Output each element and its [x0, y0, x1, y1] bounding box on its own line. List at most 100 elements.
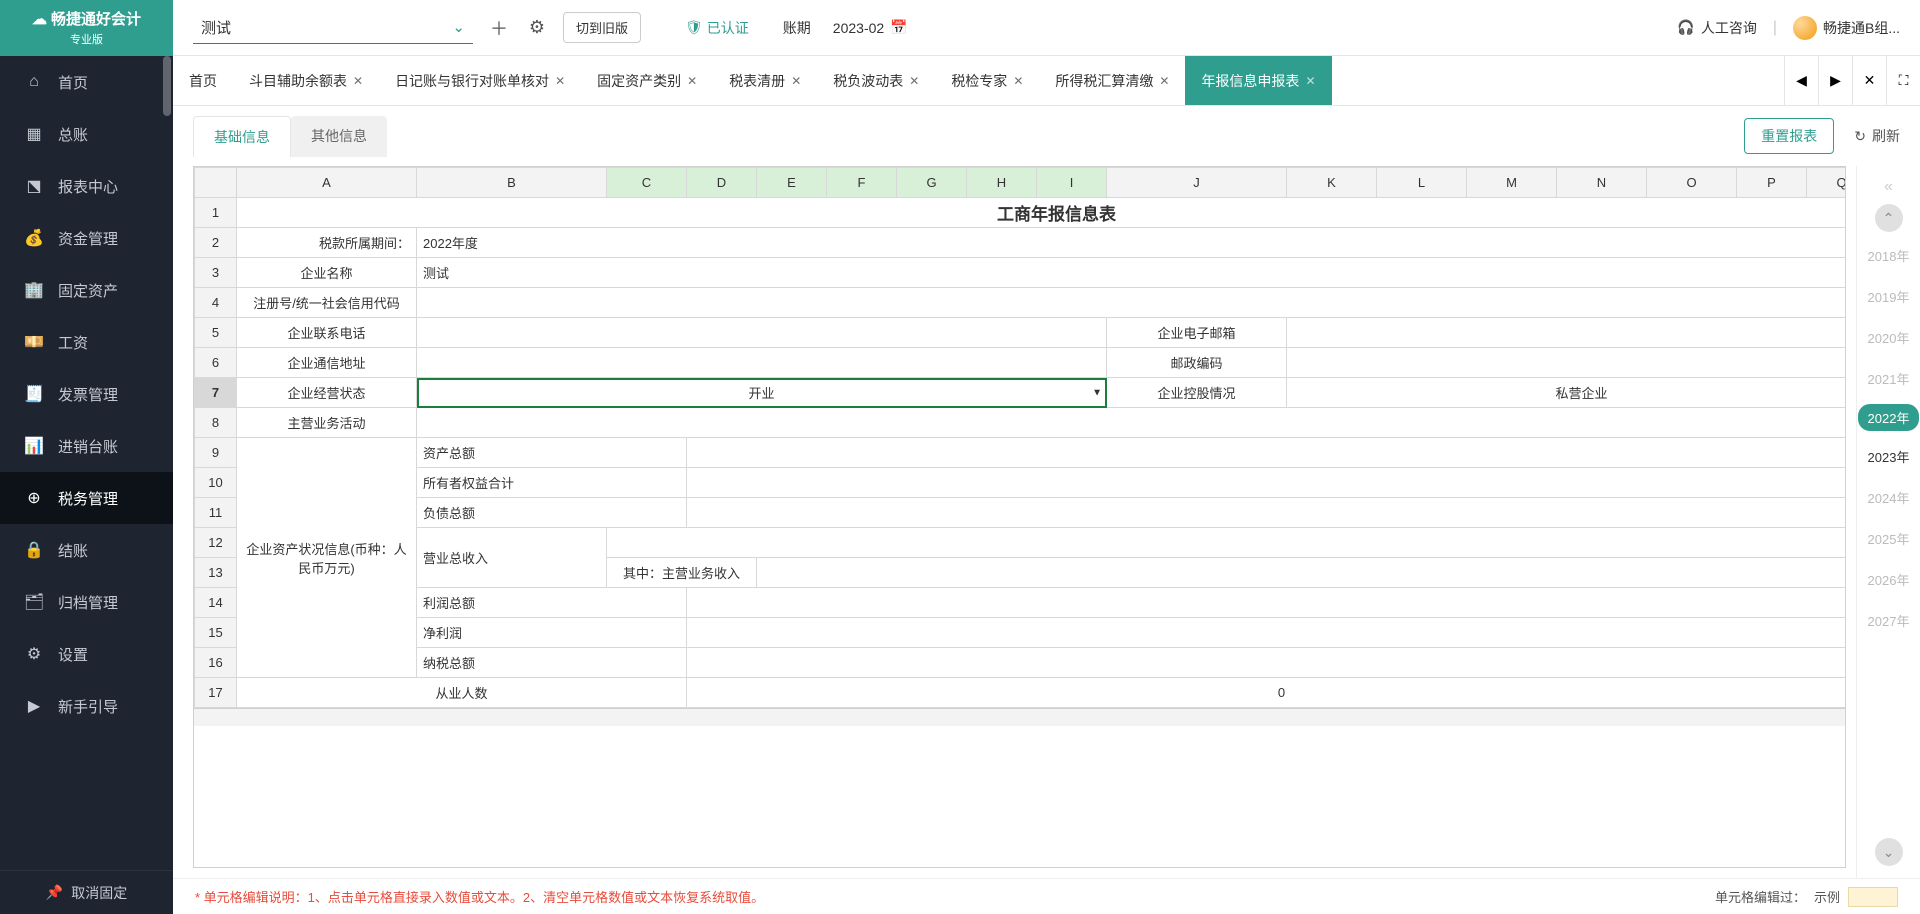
- tab-8[interactable]: 年报信息申报表✕: [1185, 56, 1331, 105]
- tab-2[interactable]: 日记账与银行对账单核对✕: [379, 56, 581, 105]
- cell[interactable]: [1287, 318, 1847, 348]
- row-header-3[interactable]: 3: [195, 258, 237, 288]
- cell[interactable]: 企业电子邮箱: [1107, 318, 1287, 348]
- refresh-button[interactable]: ↻刷新: [1854, 126, 1900, 146]
- cell[interactable]: 邮政编码: [1107, 348, 1287, 378]
- cell[interactable]: 测试: [417, 258, 1847, 288]
- year-down[interactable]: ⌄: [1875, 838, 1903, 866]
- cell[interactable]: 纳税总额: [417, 648, 687, 678]
- cell[interactable]: 2022年度: [417, 228, 1847, 258]
- cell[interactable]: [417, 408, 1847, 438]
- tab-5[interactable]: 税负波动表✕: [817, 56, 935, 105]
- col-header-M[interactable]: M: [1467, 168, 1557, 198]
- tab-0[interactable]: 首页: [173, 56, 233, 105]
- year-2027年[interactable]: 2027年: [1868, 605, 1910, 636]
- horizontal-scrollbar[interactable]: [194, 708, 1845, 726]
- cell[interactable]: [687, 648, 1847, 678]
- tab-7[interactable]: 所得税汇算清缴✕: [1039, 56, 1185, 105]
- cell[interactable]: 注册号/统一社会信用代码: [237, 288, 417, 318]
- col-header-O[interactable]: O: [1647, 168, 1737, 198]
- row-header-12[interactable]: 12: [195, 528, 237, 558]
- cell[interactable]: [417, 318, 1107, 348]
- year-2018年[interactable]: 2018年: [1868, 240, 1910, 271]
- year-2021年[interactable]: 2021年: [1868, 363, 1910, 394]
- year-2023年[interactable]: 2023年: [1868, 441, 1910, 472]
- unpin-button[interactable]: 📌取消固定: [0, 870, 173, 914]
- col-header-E[interactable]: E: [757, 168, 827, 198]
- cell[interactable]: 企业经营状态: [237, 378, 417, 408]
- col-header-A[interactable]: A: [237, 168, 417, 198]
- cell[interactable]: 资产总额: [417, 438, 687, 468]
- close-icon[interactable]: ✕: [791, 74, 801, 88]
- row-header-5[interactable]: 5: [195, 318, 237, 348]
- sidebar-item-10[interactable]: 🗂归档管理: [0, 576, 173, 628]
- cell[interactable]: 0: [687, 678, 1847, 708]
- cell[interactable]: 其中：主营业务收入: [607, 558, 757, 588]
- year-up[interactable]: ⌃: [1875, 204, 1903, 232]
- close-icon[interactable]: ✕: [1305, 74, 1315, 88]
- cell[interactable]: 从业人数: [237, 678, 687, 708]
- cell[interactable]: 开业▼: [417, 378, 1107, 408]
- cell[interactable]: [687, 618, 1847, 648]
- spreadsheet[interactable]: ABCDEFGHIJKLMNOPQ 1工商年报信息表2税款所属期间：2022年度…: [193, 166, 1846, 868]
- row-header-7[interactable]: 7: [195, 378, 237, 408]
- sidebar-item-9[interactable]: 🔒结账: [0, 524, 173, 576]
- sidebar-item-0[interactable]: ⌂首页: [0, 56, 173, 108]
- cell[interactable]: [757, 558, 1847, 588]
- sidebar-item-11[interactable]: ⚙设置: [0, 628, 173, 680]
- year-2020年[interactable]: 2020年: [1868, 322, 1910, 353]
- cell[interactable]: [687, 468, 1847, 498]
- sidebar-item-4[interactable]: 🏢固定资产: [0, 264, 173, 316]
- tabs-next[interactable]: ▶: [1818, 56, 1852, 106]
- row-header-11[interactable]: 11: [195, 498, 237, 528]
- cell[interactable]: 企业联系电话: [237, 318, 417, 348]
- row-header-14[interactable]: 14: [195, 588, 237, 618]
- year-2024年[interactable]: 2024年: [1868, 482, 1910, 513]
- row-header-1[interactable]: 1: [195, 198, 237, 228]
- tabs-close-all[interactable]: ✕: [1852, 56, 1886, 106]
- cell[interactable]: 净利润: [417, 618, 687, 648]
- year-2022年[interactable]: 2022年: [1858, 404, 1920, 431]
- sidebar-item-6[interactable]: 🧾发票管理: [0, 368, 173, 420]
- period-picker[interactable]: 2023-02 📅: [833, 19, 908, 36]
- fullscreen-button[interactable]: ⛶: [1886, 56, 1920, 106]
- user-menu[interactable]: 畅捷通B组...: [1793, 16, 1900, 40]
- tab-1[interactable]: 斗目辅助余额表✕: [233, 56, 379, 105]
- close-icon[interactable]: ✕: [1159, 74, 1169, 88]
- cell[interactable]: 企业控股情况: [1107, 378, 1287, 408]
- sidebar-item-2[interactable]: ⬔报表中心: [0, 160, 173, 212]
- cell[interactable]: 主营业务活动: [237, 408, 417, 438]
- col-header-K[interactable]: K: [1287, 168, 1377, 198]
- cell[interactable]: [417, 348, 1107, 378]
- cell[interactable]: [687, 588, 1847, 618]
- subtab-basic[interactable]: 基础信息: [193, 116, 291, 157]
- cell[interactable]: 企业资产状况信息(币种：人民币万元): [237, 438, 417, 678]
- year-2025年[interactable]: 2025年: [1868, 523, 1910, 554]
- row-header-13[interactable]: 13: [195, 558, 237, 588]
- col-header-C[interactable]: C: [607, 168, 687, 198]
- row-header-9[interactable]: 9: [195, 438, 237, 468]
- cell[interactable]: 利润总额: [417, 588, 687, 618]
- sidebar-item-8[interactable]: ⊕税务管理: [0, 472, 173, 524]
- reset-button[interactable]: 重置报表: [1744, 118, 1834, 154]
- row-header-10[interactable]: 10: [195, 468, 237, 498]
- subtab-other[interactable]: 其他信息: [291, 116, 387, 157]
- row-header-2[interactable]: 2: [195, 228, 237, 258]
- close-icon[interactable]: ✕: [687, 74, 697, 88]
- col-header-L[interactable]: L: [1377, 168, 1467, 198]
- cell[interactable]: 企业名称: [237, 258, 417, 288]
- cell[interactable]: [607, 528, 1847, 558]
- sidebar-item-1[interactable]: ▦总账: [0, 108, 173, 160]
- settings-icon[interactable]: ⚙: [525, 16, 549, 40]
- cell[interactable]: [417, 288, 1847, 318]
- cell-corner[interactable]: [195, 168, 237, 198]
- cell[interactable]: 营业总收入: [417, 528, 607, 588]
- dropdown-arrow-icon[interactable]: ▼: [1092, 387, 1102, 398]
- tab-6[interactable]: 税检专家✕: [935, 56, 1039, 105]
- row-header-16[interactable]: 16: [195, 648, 237, 678]
- tab-4[interactable]: 税表清册✕: [713, 56, 817, 105]
- col-header-G[interactable]: G: [897, 168, 967, 198]
- row-header-17[interactable]: 17: [195, 678, 237, 708]
- tab-3[interactable]: 固定资产类别✕: [581, 56, 713, 105]
- col-header-J[interactable]: J: [1107, 168, 1287, 198]
